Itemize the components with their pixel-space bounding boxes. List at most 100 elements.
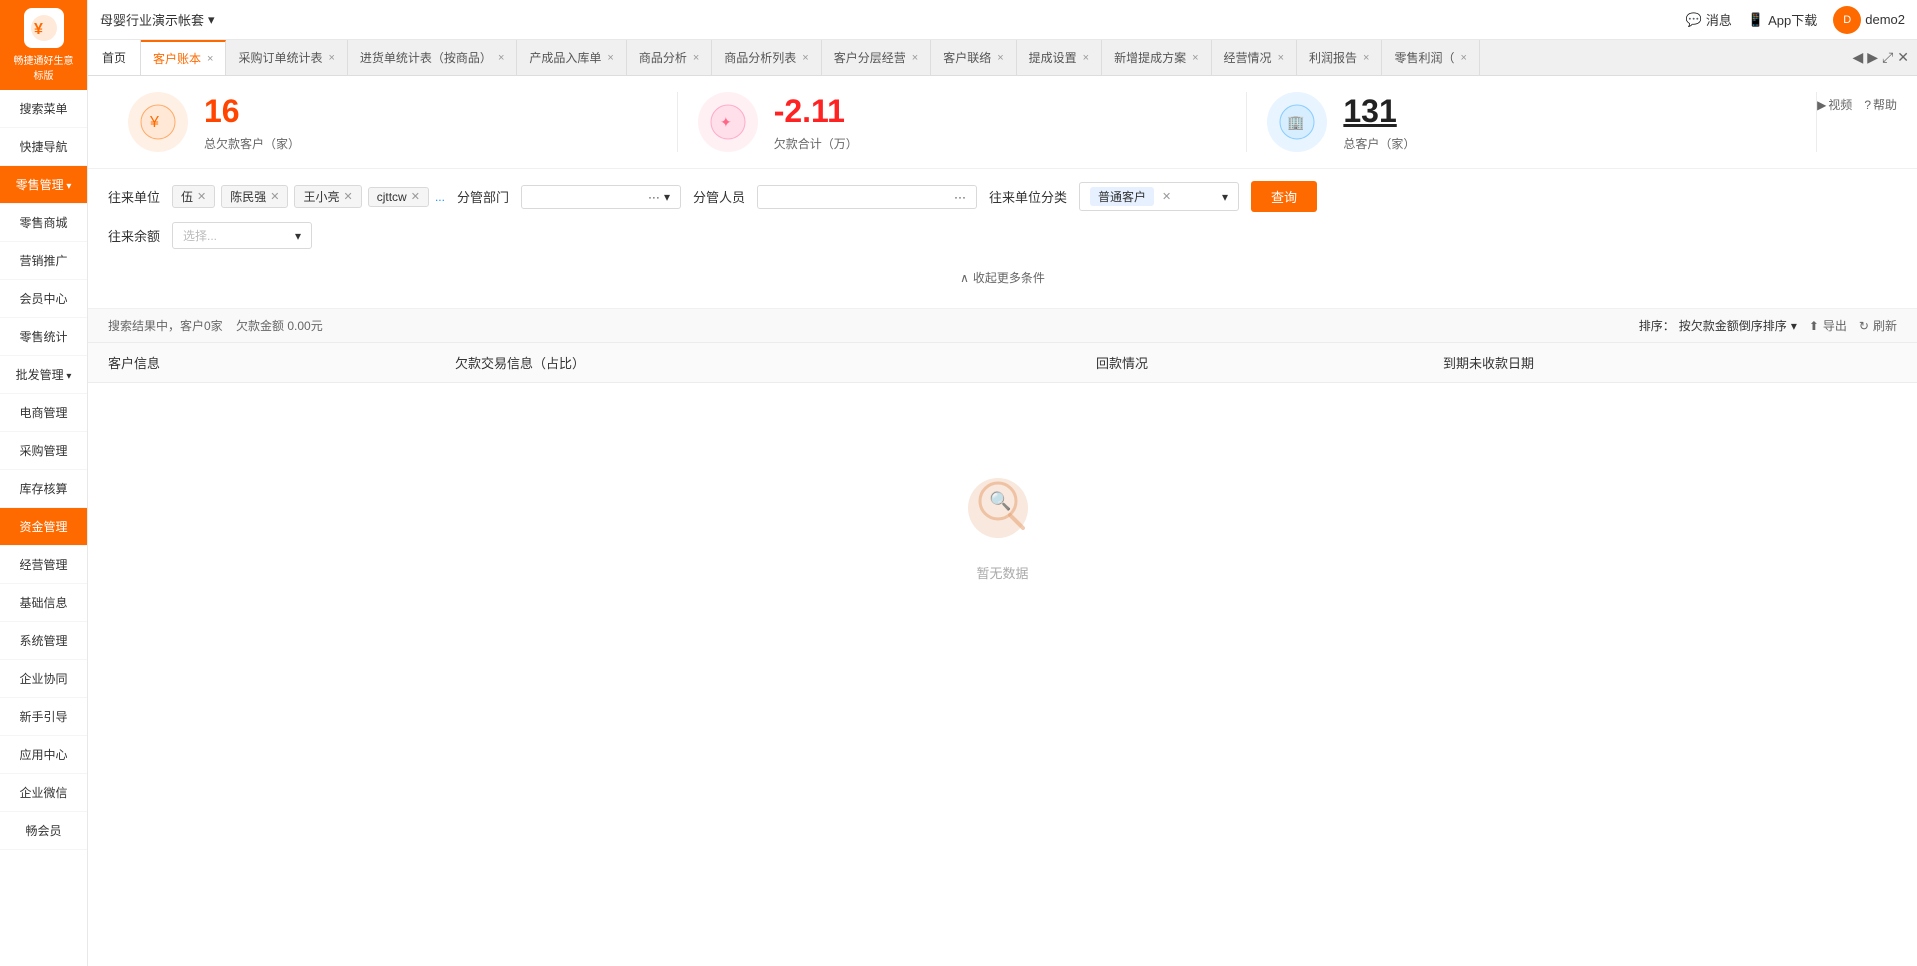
tab-9[interactable]: 提成设置 × bbox=[1017, 40, 1102, 76]
collapse-button[interactable]: ∧ 收起更多条件 bbox=[108, 263, 1897, 292]
tab-3[interactable]: 进货单统计表（按商品）× bbox=[348, 40, 517, 76]
tab-close-9[interactable]: × bbox=[1083, 52, 1089, 64]
sidebar-item-13[interactable]: 基础信息 bbox=[0, 584, 87, 622]
unit-tag-wu-close[interactable]: ✕ bbox=[197, 190, 206, 203]
sidebar-item-6[interactable]: 零售统计 bbox=[0, 318, 87, 356]
tab-close-8[interactable]: × bbox=[997, 52, 1003, 64]
sidebar-item-8[interactable]: 电商管理 bbox=[0, 394, 87, 432]
download-icon: 📱 bbox=[1748, 12, 1764, 28]
col-header-2: 回款情况 bbox=[1076, 343, 1423, 383]
sidebar-item-2[interactable]: 零售管理 ▾ bbox=[0, 166, 87, 204]
query-button[interactable]: 查询 bbox=[1251, 181, 1317, 212]
tab-2[interactable]: 采购订单统计表× bbox=[226, 40, 347, 76]
tab-next-icon[interactable]: ▶ bbox=[1867, 49, 1878, 66]
sidebar-item-1[interactable]: 快捷导航 bbox=[0, 128, 87, 166]
col-header-0: 客户信息 bbox=[88, 343, 435, 383]
unit-type-close[interactable]: ✕ bbox=[1162, 190, 1171, 203]
refresh-button[interactable]: ↻ 刷新 bbox=[1859, 317, 1897, 334]
video-icon: ▶ bbox=[1817, 98, 1826, 112]
sidebar-item-3[interactable]: 零售商城 bbox=[0, 204, 87, 242]
header-left: 母婴行业演示帐套 ▾ bbox=[100, 10, 215, 29]
tab-expand-icon[interactable]: ⤢ bbox=[1882, 49, 1893, 66]
result-customer-count: 搜索结果中，客户0家 bbox=[108, 319, 223, 333]
collapse-area: ∧ 收起更多条件 bbox=[108, 259, 1897, 296]
tab-label-7: 客户分层经营 bbox=[834, 49, 906, 66]
unit-tag-cj[interactable]: cjttcw ✕ bbox=[368, 187, 429, 207]
sidebar-item-18[interactable]: 企业微信 bbox=[0, 774, 87, 812]
unit-tag-chen[interactable]: 陈民强 ✕ bbox=[221, 185, 288, 208]
collapse-label: 收起更多条件 bbox=[973, 269, 1045, 286]
sidebar-item-12[interactable]: 经营管理 bbox=[0, 546, 87, 584]
sidebar-item-15[interactable]: 企业协同 bbox=[0, 660, 87, 698]
tab-close-6[interactable]: × bbox=[802, 52, 808, 64]
unit-tags-more[interactable]: ... bbox=[435, 190, 445, 204]
export-button[interactable]: ⬆ 导出 bbox=[1809, 317, 1847, 334]
stat-value-total: 131 bbox=[1343, 92, 1415, 130]
tab-11[interactable]: 经营情况 × bbox=[1212, 40, 1297, 76]
help-link[interactable]: ? 帮助 bbox=[1864, 96, 1897, 113]
sidebar-item-16[interactable]: 新手引导 bbox=[0, 698, 87, 736]
sidebar-item-0[interactable]: 搜索菜单 bbox=[0, 90, 87, 128]
result-actions: 排序： 按欠款金额倒序排序 ▾ ⬆ 导出 ↻ 刷新 bbox=[1639, 317, 1897, 334]
tab-close-11[interactable]: × bbox=[1278, 52, 1284, 64]
sidebar-item-10[interactable]: 库存核算 bbox=[0, 470, 87, 508]
user-menu[interactable]: D demo2 bbox=[1833, 6, 1905, 34]
tab-5[interactable]: 商品分析× bbox=[627, 40, 712, 76]
tab-6[interactable]: 商品分析列表× bbox=[712, 40, 821, 76]
sidebar-item-14[interactable]: 系统管理 bbox=[0, 622, 87, 660]
tab-close-5[interactable]: × bbox=[693, 52, 699, 64]
refresh-label: 刷新 bbox=[1873, 317, 1897, 334]
app-logo[interactable]: ¥ 畅捷通好生意 标版 bbox=[0, 0, 87, 90]
tab-close-4[interactable]: × bbox=[607, 52, 613, 64]
tab-close-12[interactable]: × bbox=[1363, 52, 1369, 64]
svg-text:¥: ¥ bbox=[149, 114, 159, 131]
tab-1[interactable]: 客户账本× bbox=[141, 40, 226, 76]
message-button[interactable]: 💬 消息 bbox=[1686, 10, 1732, 29]
stat-content-customers: 16 总欠款客户（家） bbox=[204, 92, 300, 151]
tab-close-13[interactable]: × bbox=[1460, 52, 1466, 64]
unit-tag-wu[interactable]: 伍 ✕ bbox=[172, 185, 215, 208]
tab-prev-icon[interactable]: ◀ bbox=[1853, 49, 1864, 66]
empty-illustration: 🔍 bbox=[953, 463, 1053, 563]
tab-close-3[interactable]: × bbox=[498, 52, 504, 64]
person-dropdown[interactable]: ··· bbox=[757, 185, 977, 209]
video-help-link[interactable]: ▶ 视频 bbox=[1817, 96, 1852, 113]
tab-0[interactable]: 首页 bbox=[88, 40, 141, 76]
tab-close-1[interactable]: × bbox=[207, 53, 213, 65]
sort-selector[interactable]: 排序： 按欠款金额倒序排序 ▾ bbox=[1639, 317, 1797, 334]
tab-close-all-icon[interactable]: ✕ bbox=[1897, 49, 1909, 66]
sidebar-item-11[interactable]: 资金管理 bbox=[0, 508, 87, 546]
unit-type-dropdown[interactable]: 普通客户 ✕ ▾ bbox=[1079, 182, 1239, 211]
sidebar-item-4[interactable]: 营销推广 bbox=[0, 242, 87, 280]
stat-icon-total: 🏢 bbox=[1267, 92, 1327, 152]
unit-tag-cj-close[interactable]: ✕ bbox=[411, 190, 420, 203]
tab-10[interactable]: 新增提成方案× bbox=[1102, 40, 1211, 76]
balance-dropdown[interactable]: 选择... ▾ bbox=[172, 222, 312, 249]
export-icon: ⬆ bbox=[1809, 319, 1819, 333]
sidebar-item-5[interactable]: 会员中心 bbox=[0, 280, 87, 318]
tab-close-7[interactable]: × bbox=[912, 52, 918, 64]
tab-label-0: 首页 bbox=[102, 49, 126, 66]
tab-13[interactable]: 零售利润（× bbox=[1382, 40, 1479, 76]
dept-dropdown[interactable]: ··· ▾ bbox=[521, 185, 681, 209]
sidebar-item-19[interactable]: 畅会员 bbox=[0, 812, 87, 850]
tab-label-11: 经营情况 bbox=[1224, 49, 1272, 66]
unit-tag-wang-close[interactable]: ✕ bbox=[344, 190, 353, 203]
store-selector[interactable]: 母婴行业演示帐套 ▾ bbox=[100, 10, 215, 29]
sidebar-item-17[interactable]: 应用中心 bbox=[0, 736, 87, 774]
empty-text: 暂无数据 bbox=[976, 563, 1028, 582]
tab-7[interactable]: 客户分层经营 × bbox=[822, 40, 931, 76]
tab-8[interactable]: 客户联络× bbox=[931, 40, 1016, 76]
tab-close-2[interactable]: × bbox=[328, 52, 334, 64]
tab-close-10[interactable]: × bbox=[1192, 52, 1198, 64]
user-avatar: D bbox=[1833, 6, 1861, 34]
app-download-button[interactable]: 📱 App下载 bbox=[1748, 10, 1817, 29]
unit-tag-chen-close[interactable]: ✕ bbox=[270, 190, 279, 203]
sidebar-item-9[interactable]: 采购管理 bbox=[0, 432, 87, 470]
tab-label-9: 提成设置 bbox=[1029, 49, 1077, 66]
tab-4[interactable]: 产成品入库单× bbox=[517, 40, 626, 76]
tab-12[interactable]: 利润报告× bbox=[1297, 40, 1382, 76]
sidebar-item-7[interactable]: 批发管理 ▾ bbox=[0, 356, 87, 394]
unit-tag-wang[interactable]: 王小亮 ✕ bbox=[294, 185, 361, 208]
sort-label: 排序： bbox=[1639, 317, 1675, 334]
